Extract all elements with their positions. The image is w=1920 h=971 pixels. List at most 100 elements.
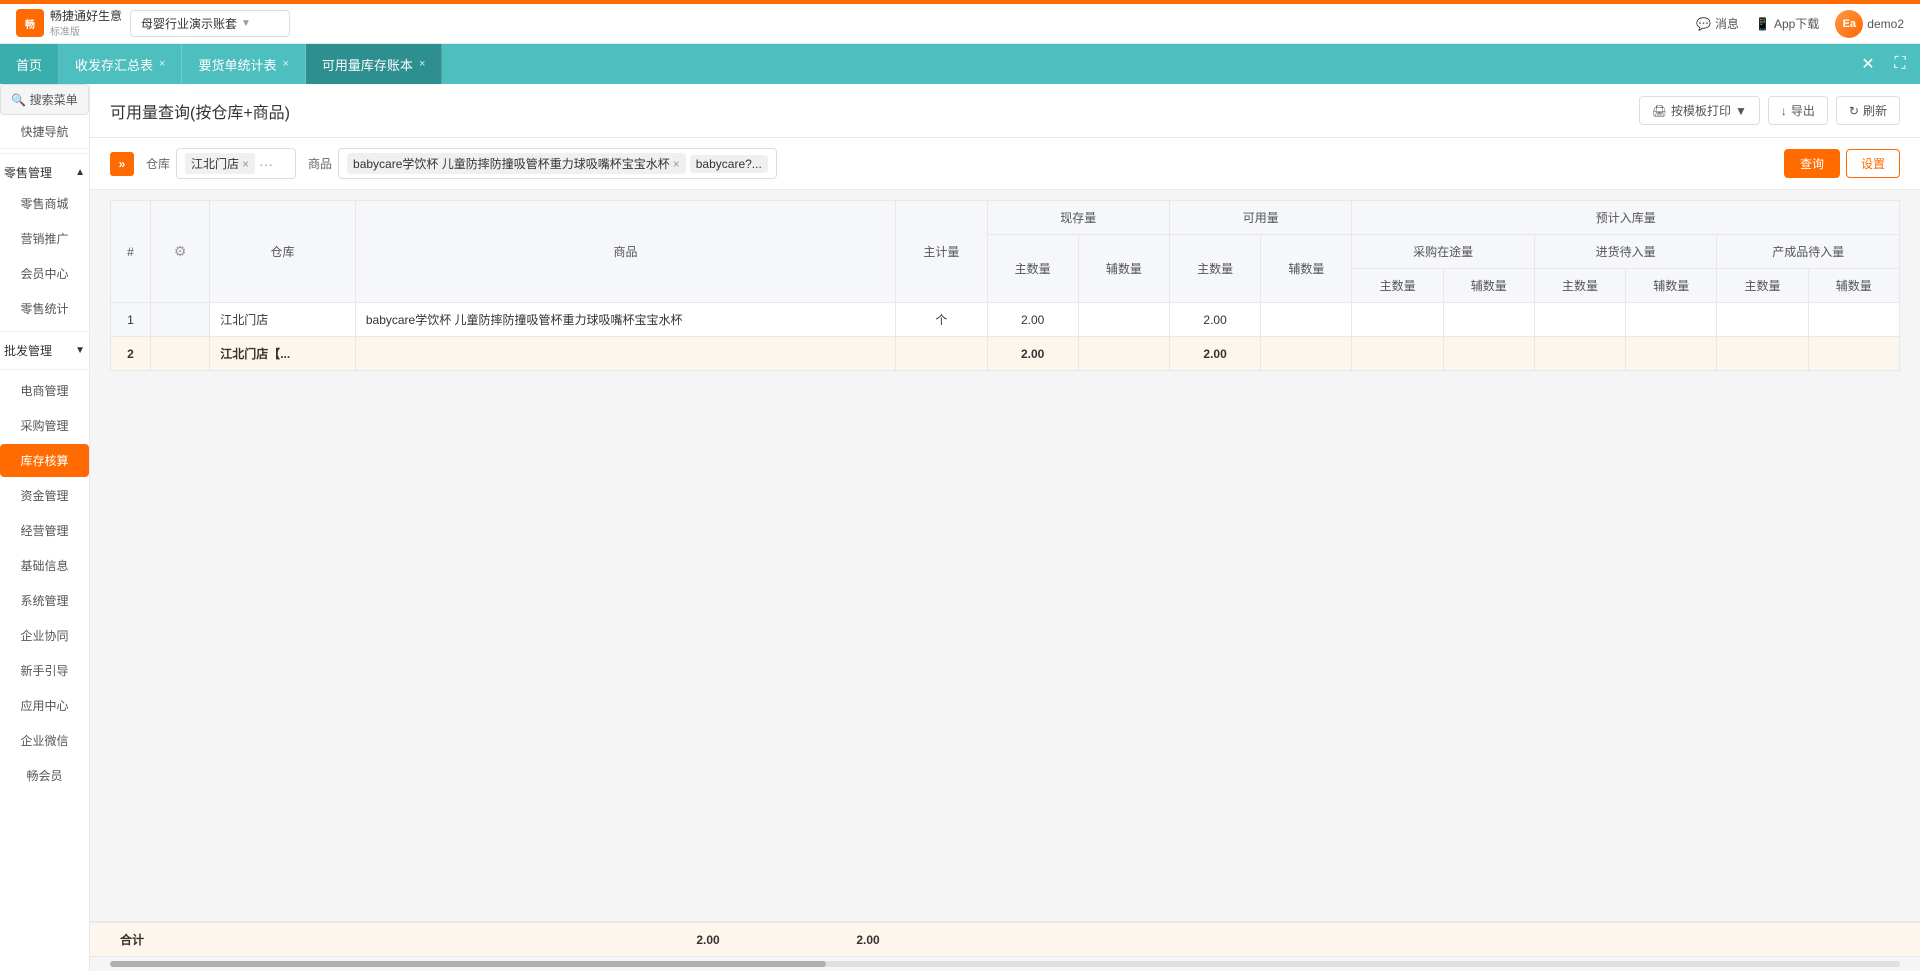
top-bar-right: 💬 消息 📱 App下载 Ea demo2 — [1696, 10, 1904, 38]
download-icon: 📱 — [1755, 17, 1770, 31]
row2-warehouse: 江北门店【... — [210, 337, 356, 371]
th-available-main: 主数量 — [1169, 235, 1260, 303]
tab-available-close[interactable]: × — [419, 58, 425, 70]
th-purchased-aux: 辅数量 — [1443, 269, 1534, 303]
sidebar-item-finance[interactable]: 资金管理 — [0, 479, 89, 512]
sidebar-search-label: 搜索菜单 — [30, 93, 78, 107]
wholesale-arrow: ▼ — [75, 345, 85, 356]
user-avatar: Ea — [1835, 10, 1863, 38]
product-filter-input[interactable]: babycare学饮杯 儿童防摔防撞吸管杯重力球吸嘴杯宝宝水杯 × babyca… — [338, 148, 777, 179]
th-finished-aux: 辅数量 — [1808, 269, 1899, 303]
th-product: 商品 — [355, 201, 895, 303]
sidebar-item-newbie[interactable]: 新手引导 — [0, 654, 89, 687]
refresh-btn[interactable]: ↻ 刷新 — [1836, 96, 1900, 125]
product-tag-remove[interactable]: × — [673, 157, 680, 171]
row2-purchased-aux — [1443, 337, 1534, 371]
sidebar-item-app-center[interactable]: 应用中心 — [0, 689, 89, 722]
tab-actions: ✕ ⛶ — [1848, 52, 1920, 76]
row1-warehouse: 江北门店 — [210, 303, 356, 337]
sidebar-search-btn[interactable]: 🔍 搜索菜单 — [0, 84, 89, 115]
basic-label: 基础信息 — [20, 557, 68, 574]
query-btn[interactable]: 查询 — [1784, 149, 1840, 178]
row2-available-main: 2.00 — [1169, 337, 1260, 371]
sidebar-item-enterprise-wechat[interactable]: 企业微信 — [0, 724, 89, 757]
message-btn[interactable]: 💬 消息 — [1696, 15, 1739, 32]
row2-finished-aux — [1808, 337, 1899, 371]
sidebar-group-wholesale[interactable]: 批发管理 ▼ — [0, 336, 89, 365]
scrollbar-area — [90, 957, 1920, 971]
download-label: App下载 — [1774, 15, 1819, 32]
scrollbar-thumb[interactable] — [110, 961, 826, 967]
row2-available-aux — [1261, 337, 1352, 371]
refresh-label: 刷新 — [1863, 102, 1887, 119]
tab-order-close[interactable]: × — [282, 58, 288, 70]
th-current-stock: 现存量 — [987, 201, 1169, 235]
sidebar-item-member2[interactable]: 畅会员 — [0, 759, 89, 792]
tab-order-stats[interactable]: 要货单统计表 × — [182, 44, 305, 84]
th-current-aux: 辅数量 — [1078, 235, 1169, 303]
tenant-dropdown-arrow: ▼ — [241, 18, 251, 29]
tab-receipt-summary[interactable]: 收发存汇总表 × — [59, 44, 182, 84]
sidebar-item-inventory[interactable]: 库存核算 — [0, 444, 89, 477]
page-actions: 🖨 按模板打印 ▼ ↓ 导出 ↻ 刷新 — [1639, 96, 1900, 125]
th-main-unit: 主计量 — [896, 201, 987, 303]
finance-label: 资金管理 — [20, 487, 68, 504]
row2-no: 2 — [111, 337, 151, 371]
template-print-btn[interactable]: 🖨 按模板打印 ▼ — [1639, 96, 1760, 125]
tab-order-label: 要货单统计表 — [198, 55, 276, 74]
user-menu[interactable]: Ea demo2 — [1835, 10, 1904, 38]
sidebar-item-marketing[interactable]: 营销推广 — [0, 222, 89, 255]
row1-available-aux — [1261, 303, 1352, 337]
th-available: 可用量 — [1169, 201, 1351, 235]
export-label: 导出 — [1791, 102, 1815, 119]
warehouse-more-btn[interactable]: ··· — [259, 156, 273, 172]
settings-btn[interactable]: 设置 — [1846, 149, 1900, 178]
tab-receipt-close[interactable]: × — [159, 58, 165, 70]
username-label: demo2 — [1867, 17, 1904, 31]
table-row-subtotal: 2 江北门店【... 2.00 2.00 — [111, 337, 1900, 371]
app-name: 畅捷通好生意 — [50, 9, 122, 23]
footer-label: 合计 — [120, 931, 144, 948]
sidebar-item-retail-mall[interactable]: 零售商城 — [0, 187, 89, 220]
filter-toggle-btn[interactable]: » — [110, 152, 134, 176]
row1-no: 1 — [111, 303, 151, 337]
app-download-btn[interactable]: 📱 App下载 — [1755, 15, 1819, 32]
warehouse-tag-remove[interactable]: × — [242, 157, 249, 171]
purchase-label: 采购管理 — [20, 417, 68, 434]
scrollbar-track[interactable] — [110, 961, 1900, 967]
th-planned-inbound: 预计入库量 — [1352, 201, 1900, 235]
sidebar-item-system[interactable]: 系统管理 — [0, 584, 89, 617]
footer-available-main: 2.00 — [828, 933, 908, 947]
filter-product-group: 商品 babycare学饮杯 儿童防摔防撞吸管杯重力球吸嘴杯宝宝水杯 × bab… — [308, 148, 777, 179]
warehouse-tag: 江北门店 × — [185, 153, 255, 174]
sidebar-quick-nav[interactable]: 快捷导航 — [0, 115, 89, 149]
row2-unit — [896, 337, 987, 371]
sidebar-item-enterprise[interactable]: 企业协同 — [0, 619, 89, 652]
product-filter-label: 商品 — [308, 155, 332, 172]
settings-gear-icon[interactable]: ⚙ — [172, 244, 188, 260]
row1-current-main: 2.00 — [987, 303, 1078, 337]
sidebar-item-basic[interactable]: 基础信息 — [0, 549, 89, 582]
sidebar-divider-2 — [0, 331, 89, 332]
member-label: 会员中心 — [20, 265, 68, 282]
sidebar-item-member[interactable]: 会员中心 — [0, 257, 89, 290]
th-purchased-transit: 采购在途量 — [1352, 235, 1534, 269]
tenant-selector[interactable]: 母婴行业演示账套 ▼ — [130, 10, 290, 37]
tab-home[interactable]: 首页 — [0, 44, 59, 84]
window-maximize-btn[interactable]: ⛶ — [1888, 52, 1912, 76]
tab-available-stock[interactable]: 可用量库存账本 × — [306, 44, 442, 84]
sidebar-item-purchase[interactable]: 采购管理 — [0, 409, 89, 442]
enterprise-label: 企业协同 — [20, 627, 68, 644]
sidebar-item-operations[interactable]: 经营管理 — [0, 514, 89, 547]
sidebar-item-retail-stats[interactable]: 零售统计 — [0, 292, 89, 325]
filter-area: » 仓库 江北门店 × ··· 商品 babycare — [90, 138, 1920, 190]
warehouse-filter-label: 仓库 — [146, 155, 170, 172]
window-close-btn[interactable]: ✕ — [1856, 52, 1880, 76]
warehouse-filter-input[interactable]: 江北门店 × ··· — [176, 148, 296, 179]
sidebar-group-retail[interactable]: 零售管理 ▲ — [0, 158, 89, 187]
sidebar-item-ecommerce[interactable]: 电商管理 — [0, 374, 89, 407]
export-btn[interactable]: ↓ 导出 — [1768, 96, 1828, 125]
app-center-label: 应用中心 — [20, 697, 68, 714]
sidebar-divider-3 — [0, 369, 89, 370]
member2-label: 畅会员 — [26, 767, 62, 784]
